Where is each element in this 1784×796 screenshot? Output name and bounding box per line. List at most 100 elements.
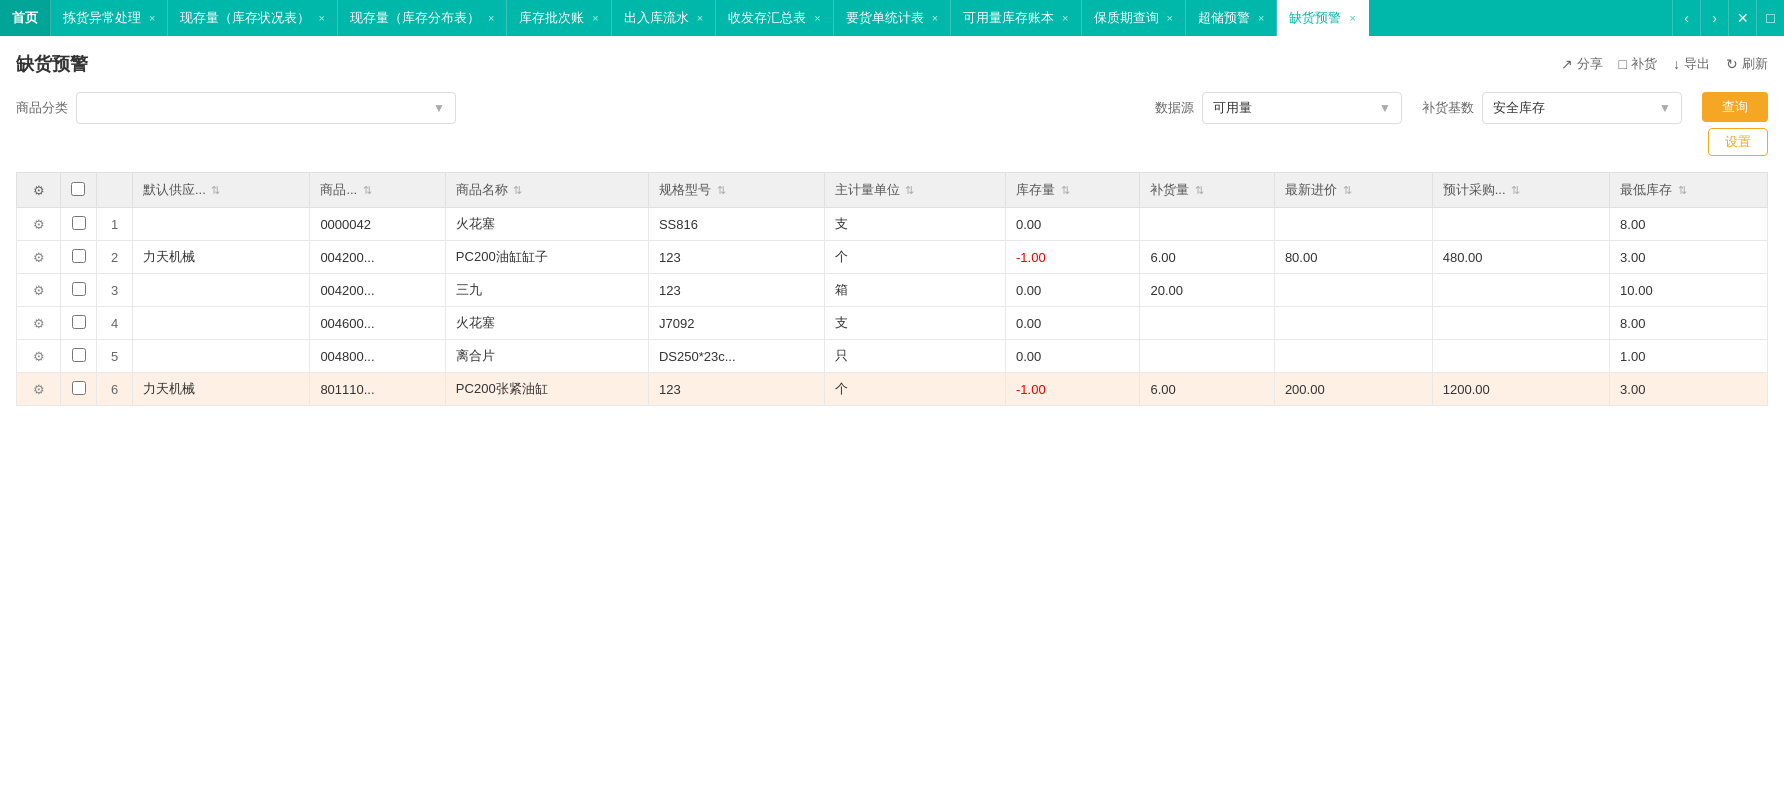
export-button[interactable]: ↓ 导出 xyxy=(1673,55,1710,73)
th-checkbox[interactable] xyxy=(61,173,97,208)
row-checkbox-cell[interactable] xyxy=(61,274,97,307)
replenish-basis-filter-select[interactable]: 安全库存 ▼ xyxy=(1482,92,1682,124)
row-index: 5 xyxy=(97,340,133,373)
tab-home[interactable]: 首页 xyxy=(0,0,51,36)
row-spec: 123 xyxy=(648,241,824,274)
sort-icon-min-stock: ⇅ xyxy=(1678,184,1687,196)
close-tab-available-ledger[interactable]: × xyxy=(1062,12,1068,24)
tab-shortage[interactable]: 缺货预警 × xyxy=(1277,0,1368,36)
row-gear-cell[interactable]: ⚙ xyxy=(17,373,61,406)
row-gear-cell[interactable]: ⚙ xyxy=(17,274,61,307)
tab-expiry-query[interactable]: 保质期查询 × xyxy=(1082,0,1186,36)
datasource-filter-select[interactable]: 可用量 ▼ xyxy=(1202,92,1402,124)
close-tab-overstock[interactable]: × xyxy=(1258,12,1264,24)
close-tab-requisition-stat[interactable]: × xyxy=(932,12,938,24)
row-estimated-purchase xyxy=(1432,208,1609,241)
tab-requisition-stat[interactable]: 要货单统计表 × xyxy=(834,0,951,36)
data-table: ⚙ 默认供应... ⇅ 商品... ⇅ 商品名称 ⇅ xyxy=(16,172,1768,406)
sort-icon-stock: ⇅ xyxy=(1061,184,1070,196)
query-button[interactable]: 查询 xyxy=(1702,92,1768,122)
th-default-supplier[interactable]: 默认供应... ⇅ xyxy=(133,173,310,208)
row-checkbox[interactable] xyxy=(72,348,86,362)
refresh-button[interactable]: ↻ 刷新 xyxy=(1726,55,1768,73)
row-unit: 个 xyxy=(824,373,1005,406)
row-product-name: PC200油缸缸子 xyxy=(445,241,648,274)
th-estimated-purchase[interactable]: 预计采购... ⇅ xyxy=(1432,173,1609,208)
row-gear-cell[interactable]: ⚙ xyxy=(17,241,61,274)
row-checkbox[interactable] xyxy=(72,381,86,395)
row-product-name: PC200张紧油缸 xyxy=(445,373,648,406)
row-product-code: 004200... xyxy=(310,241,445,274)
row-min-stock: 3.00 xyxy=(1610,373,1768,406)
replenish-button[interactable]: □ 补货 xyxy=(1619,55,1657,73)
close-tab-receive-summary[interactable]: × xyxy=(814,12,820,24)
row-replenish-qty: 6.00 xyxy=(1140,241,1274,274)
th-product-code[interactable]: 商品... ⇅ xyxy=(310,173,445,208)
row-checkbox[interactable] xyxy=(72,249,86,263)
row-default-supplier xyxy=(133,274,310,307)
row-spec: 123 xyxy=(648,373,824,406)
th-min-stock[interactable]: 最低库存 ⇅ xyxy=(1610,173,1768,208)
row-latest-price: 80.00 xyxy=(1274,241,1432,274)
share-icon: ↗ xyxy=(1561,56,1573,72)
replenish-basis-filter-label: 补货基数 xyxy=(1422,99,1474,117)
th-gear[interactable]: ⚙ xyxy=(17,173,61,208)
close-tab-inventory-dist[interactable]: × xyxy=(488,12,494,24)
th-replenish-qty[interactable]: 补货量 ⇅ xyxy=(1140,173,1274,208)
close-tab-expiry-query[interactable]: × xyxy=(1167,12,1173,24)
row-spec: 123 xyxy=(648,274,824,307)
close-tab-batch-account[interactable]: × xyxy=(592,12,598,24)
sort-icon-name: ⇅ xyxy=(513,184,522,196)
nav-next-btn[interactable]: › xyxy=(1700,0,1728,36)
nav-maximize-btn[interactable]: □ xyxy=(1756,0,1784,36)
tab-batch-account[interactable]: 库存批次账 × xyxy=(507,0,611,36)
row-gear-cell[interactable]: ⚙ xyxy=(17,208,61,241)
close-tab-in-out-flow[interactable]: × xyxy=(697,12,703,24)
close-tab-pick-exception[interactable]: × xyxy=(149,12,155,24)
row-replenish-qty xyxy=(1140,307,1274,340)
table-row: ⚙ 1 0000042 火花塞 SS816 支 0.00 8.00 xyxy=(17,208,1768,241)
nav-close-btn[interactable]: ✕ xyxy=(1728,0,1756,36)
row-estimated-purchase xyxy=(1432,340,1609,373)
tab-overstock[interactable]: 超储预警 × xyxy=(1186,0,1277,36)
sort-icon-est-purchase: ⇅ xyxy=(1511,184,1520,196)
nav-prev-btn[interactable]: ‹ xyxy=(1672,0,1700,36)
close-tab-inventory-status[interactable]: × xyxy=(318,12,324,24)
th-spec[interactable]: 规格型号 ⇅ xyxy=(648,173,824,208)
row-checkbox-cell[interactable] xyxy=(61,373,97,406)
row-checkbox-cell[interactable] xyxy=(61,208,97,241)
tab-available-ledger[interactable]: 可用量库存账本 × xyxy=(951,0,1081,36)
tab-inventory-status[interactable]: 现存量（库存状况表） × xyxy=(168,0,337,36)
settings-button[interactable]: 设置 xyxy=(1708,128,1768,156)
row-stock: -1.00 xyxy=(1006,373,1140,406)
row-checkbox[interactable] xyxy=(72,315,86,329)
row-checkbox-cell[interactable] xyxy=(61,340,97,373)
nav-tabs: 首页 拣货异常处理 × 现存量（库存状况表） × 现存量（库存分布表） × 库存… xyxy=(0,0,1784,36)
row-replenish-qty: 20.00 xyxy=(1140,274,1274,307)
tab-in-out-flow[interactable]: 出入库流水 × xyxy=(612,0,716,36)
row-default-supplier: 力天机械 xyxy=(133,241,310,274)
row-gear-cell[interactable]: ⚙ xyxy=(17,340,61,373)
th-latest-price[interactable]: 最新进价 ⇅ xyxy=(1274,173,1432,208)
th-product-name[interactable]: 商品名称 ⇅ xyxy=(445,173,648,208)
select-all-checkbox[interactable] xyxy=(71,182,85,196)
tab-receive-summary[interactable]: 收发存汇总表 × xyxy=(716,0,833,36)
tab-pick-exception[interactable]: 拣货异常处理 × xyxy=(51,0,168,36)
row-checkbox[interactable] xyxy=(72,216,86,230)
th-unit[interactable]: 主计量单位 ⇅ xyxy=(824,173,1005,208)
share-button[interactable]: ↗ 分享 xyxy=(1561,55,1603,73)
row-unit: 箱 xyxy=(824,274,1005,307)
th-stock[interactable]: 库存量 ⇅ xyxy=(1006,173,1140,208)
category-filter-select[interactable]: ▼ xyxy=(76,92,456,124)
row-checkbox-cell[interactable] xyxy=(61,307,97,340)
row-product-code: 004600... xyxy=(310,307,445,340)
close-tab-shortage[interactable]: × xyxy=(1349,12,1355,24)
refresh-icon: ↻ xyxy=(1726,56,1738,72)
row-gear-cell[interactable]: ⚙ xyxy=(17,307,61,340)
row-gear-icon: ⚙ xyxy=(33,283,45,298)
tab-inventory-dist[interactable]: 现存量（库存分布表） × xyxy=(338,0,507,36)
row-checkbox[interactable] xyxy=(72,282,86,296)
row-checkbox-cell[interactable] xyxy=(61,241,97,274)
row-min-stock: 10.00 xyxy=(1610,274,1768,307)
row-product-name: 火花塞 xyxy=(445,307,648,340)
